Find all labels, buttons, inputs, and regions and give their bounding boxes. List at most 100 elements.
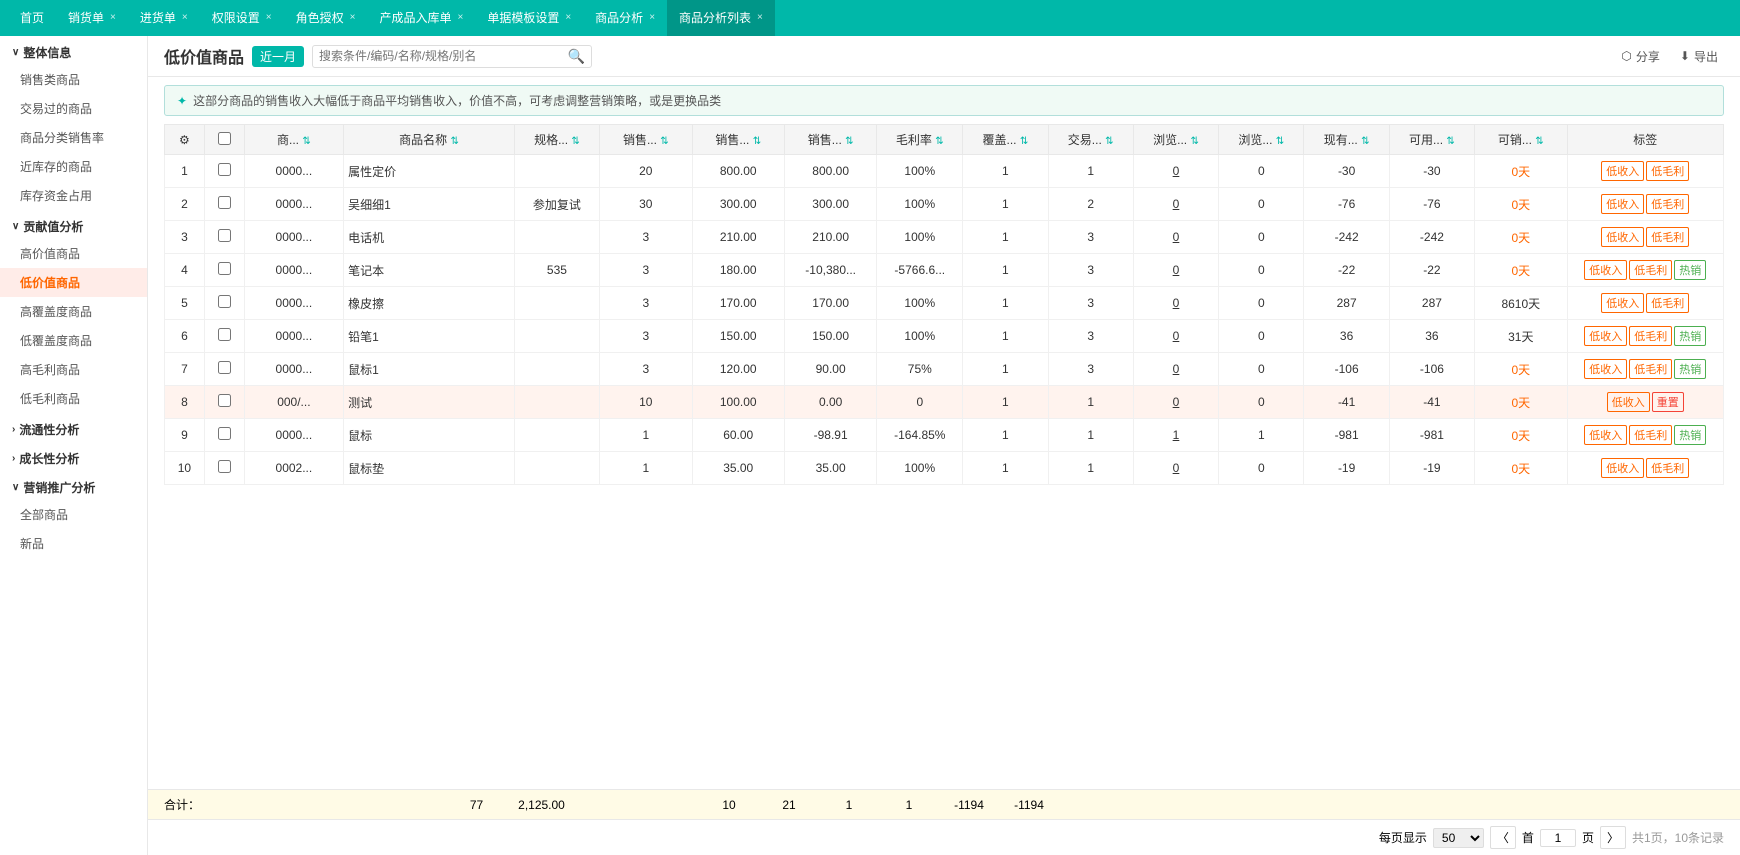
row-select-checkbox[interactable] [218,328,231,341]
close-icon[interactable]: × [182,0,188,36]
sidebar-item-high-value[interactable]: 高价值商品 [0,239,147,268]
row-checkbox[interactable] [204,221,244,254]
col-trade[interactable]: 交易... ⇅ [1048,125,1133,155]
row-browse1[interactable]: 0 [1133,287,1218,320]
row-browse1[interactable]: 0 [1133,221,1218,254]
close-icon[interactable]: × [565,0,571,36]
col-browse2[interactable]: 浏览... ⇅ [1219,125,1304,155]
row-checkbox[interactable] [204,386,244,419]
row-checkbox[interactable] [204,320,244,353]
table-row[interactable]: 9 0000... 鼠标 1 60.00 -98.91 -164.85% 1 1… [165,419,1724,452]
nav-item-template[interactable]: 单据模板设置 × [475,0,583,36]
row-browse1[interactable]: 1 [1133,419,1218,452]
nav-item-permission[interactable]: 权限设置 × [200,0,284,36]
select-all-checkbox[interactable] [218,132,231,145]
col-sales-amount[interactable]: 销售... ⇅ [784,125,876,155]
row-select-checkbox[interactable] [218,196,231,209]
sidebar-item-low-value[interactable]: 低价值商品 [0,268,147,297]
row-checkbox[interactable] [204,287,244,320]
close-icon[interactable]: × [266,0,272,36]
sidebar-item-low-coverage[interactable]: 低覆盖度商品 [0,326,147,355]
sidebar-group-marketing[interactable]: ∨ 营销推广分析 [0,471,147,500]
table-row[interactable]: 7 0000... 鼠标1 3 120.00 90.00 75% 1 3 0 0… [165,353,1724,386]
nav-item-role[interactable]: 角色授权 × [284,0,368,36]
table-row[interactable]: 10 0002... 鼠标垫 1 35.00 35.00 100% 1 1 0 … [165,452,1724,485]
table-row[interactable]: 2 0000... 吴细细1 参加复试 30 300.00 300.00 100… [165,188,1724,221]
sidebar-item-high-margin[interactable]: 高毛利商品 [0,355,147,384]
prev-page-button[interactable]: 〈 [1490,826,1516,849]
row-browse1[interactable]: 0 [1133,320,1218,353]
row-select-checkbox[interactable] [218,295,231,308]
row-browse1[interactable]: 0 [1133,155,1218,188]
sidebar-group-overview[interactable]: ∨ 整体信息 [0,36,147,65]
col-gross-margin[interactable]: 毛利率 ⇅ [877,125,963,155]
row-checkbox[interactable] [204,419,244,452]
table-row[interactable]: 1 0000... 属性定价 20 800.00 800.00 100% 1 1… [165,155,1724,188]
row-checkbox[interactable] [204,353,244,386]
close-icon[interactable]: × [110,0,116,36]
share-button[interactable]: ⬡ 分享 [1615,46,1666,67]
row-checkbox[interactable] [204,452,244,485]
col-check[interactable] [204,125,244,155]
col-gear[interactable]: ⚙ [165,125,205,155]
row-select-checkbox[interactable] [218,394,231,407]
close-icon[interactable]: × [757,0,763,36]
close-icon[interactable]: × [457,0,463,36]
col-sellable[interactable]: 可销... ⇅ [1475,125,1567,155]
close-icon[interactable]: × [350,0,356,36]
row-browse1[interactable]: 0 [1133,188,1218,221]
row-select-checkbox[interactable] [218,460,231,473]
sidebar-item-all-products[interactable]: 全部商品 [0,500,147,529]
nav-item-analysis-list[interactable]: 商品分析列表 × [667,0,775,36]
row-browse1[interactable]: 0 [1133,386,1218,419]
row-checkbox[interactable] [204,188,244,221]
sidebar-item-high-coverage[interactable]: 高覆盖度商品 [0,297,147,326]
sidebar-item-traded[interactable]: 交易过的商品 [0,94,147,123]
close-icon[interactable]: × [649,0,655,36]
col-spec[interactable]: 规格... ⇅ [514,125,599,155]
col-coverage[interactable]: 覆盖... ⇅ [963,125,1048,155]
sidebar-group-contribution[interactable]: ∨ 贡献值分析 [0,210,147,239]
sidebar-item-new-products[interactable]: 新品 [0,529,147,558]
col-name[interactable]: 商品名称 ⇅ [344,125,515,155]
sidebar-item-sales-products[interactable]: 销售类商品 [0,65,147,94]
nav-item-home[interactable]: 首页 [8,0,56,36]
row-select-checkbox[interactable] [218,361,231,374]
row-checkbox[interactable] [204,254,244,287]
nav-item-analysis[interactable]: 商品分析 × [583,0,667,36]
col-sales-qty[interactable]: 销售... ⇅ [600,125,692,155]
sidebar-group-growth[interactable]: › 成长性分析 [0,442,147,471]
table-row[interactable]: 4 0000... 笔记本 535 3 180.00 -10,380... -5… [165,254,1724,287]
table-row[interactable]: 3 0000... 电话机 3 210.00 210.00 100% 1 3 0… [165,221,1724,254]
table-row[interactable]: 6 0000... 铅笔1 3 150.00 150.00 100% 1 3 0… [165,320,1724,353]
nav-item-sales[interactable]: 销货单 × [56,0,128,36]
export-button[interactable]: ⬇ 导出 [1674,46,1724,67]
col-available[interactable]: 可用... ⇅ [1389,125,1474,155]
col-current-stock[interactable]: 现有... ⇅ [1304,125,1389,155]
col-browse1[interactable]: 浏览... ⇅ [1133,125,1218,155]
row-checkbox[interactable] [204,155,244,188]
col-code[interactable]: 商... ⇅ [244,125,344,155]
table-row[interactable]: 8 000/... 测试 10 100.00 0.00 0 1 1 0 0 -4… [165,386,1724,419]
sidebar-item-category-rate[interactable]: 商品分类销售率 [0,123,147,152]
sidebar-group-circulation[interactable]: › 流通性分析 [0,413,147,442]
col-sales-price[interactable]: 销售... ⇅ [692,125,784,155]
per-page-select[interactable]: 50 100 200 [1433,828,1484,848]
nav-item-inbound[interactable]: 产成品入库单 × [367,0,475,36]
row-select-checkbox[interactable] [218,163,231,176]
nav-item-purchase[interactable]: 进货单 × [128,0,200,36]
search-icon[interactable]: 🔍 [568,48,585,65]
row-browse1[interactable]: 0 [1133,353,1218,386]
page-number-input[interactable] [1540,829,1576,847]
sidebar-item-near-stock[interactable]: 近库存的商品 [0,152,147,181]
row-select-checkbox[interactable] [218,262,231,275]
row-select-checkbox[interactable] [218,229,231,242]
sidebar-item-stock-fund[interactable]: 库存资金占用 [0,181,147,210]
table-row[interactable]: 5 0000... 橡皮擦 3 170.00 170.00 100% 1 3 0… [165,287,1724,320]
sidebar-item-low-margin[interactable]: 低毛利商品 [0,384,147,413]
row-select-checkbox[interactable] [218,427,231,440]
row-browse1[interactable]: 0 [1133,452,1218,485]
next-page-button[interactable]: 〉 [1600,826,1626,849]
search-input[interactable] [319,49,564,63]
row-browse1[interactable]: 0 [1133,254,1218,287]
